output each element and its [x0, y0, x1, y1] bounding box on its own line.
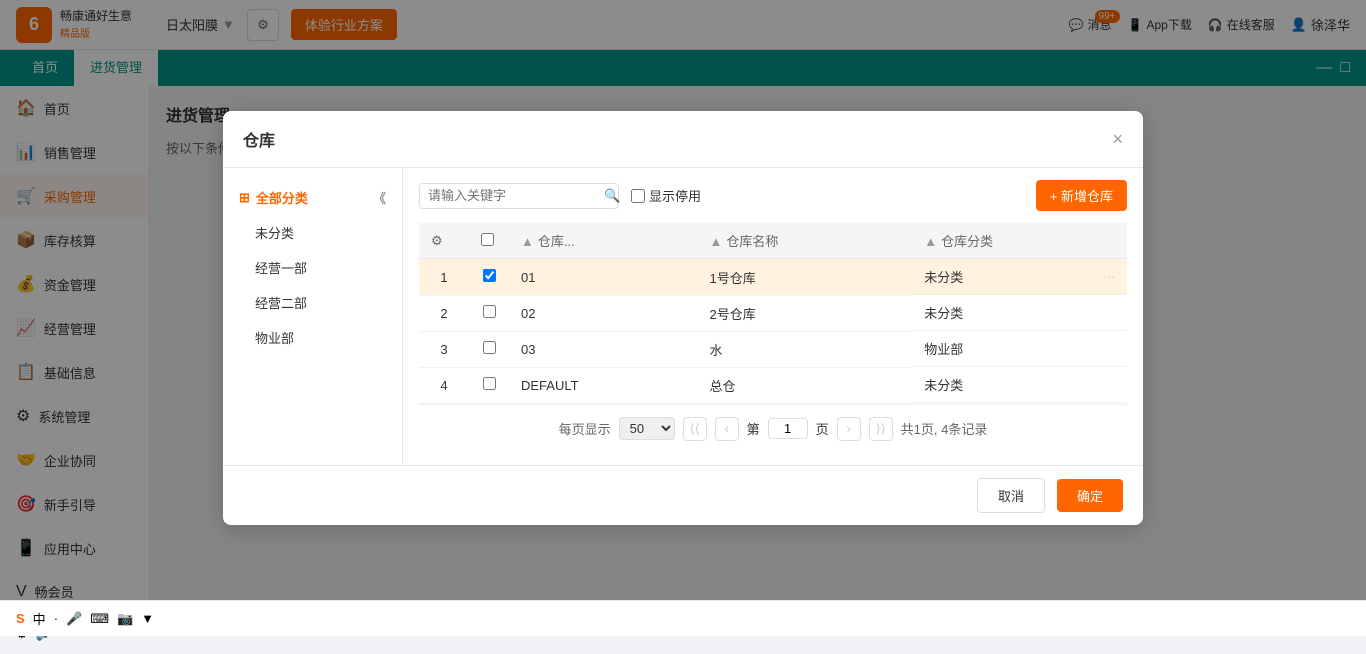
more-icon[interactable]: ▼ [141, 611, 154, 626]
row-code: 02 [509, 295, 698, 331]
page-label: 第 [747, 419, 760, 438]
cancel-button[interactable]: 取消 [977, 478, 1045, 513]
row-checkbox[interactable] [483, 377, 496, 390]
row-checkbox-cell [469, 259, 509, 296]
row-code: 01 [509, 259, 698, 296]
table-row[interactable]: 2 02 2号仓库 未分类 [419, 295, 1127, 331]
row-category: 未分类 ··· [912, 259, 1127, 295]
show-disabled-label: 显示停用 [649, 186, 701, 205]
toolbar: 🔍 显示停用 + 新增仓库 [419, 180, 1127, 211]
category-item-property[interactable]: 物业部 [223, 320, 402, 355]
table-row[interactable]: 4 DEFAULT 总仓 未分类 [419, 367, 1127, 403]
category-item-none[interactable]: 未分类 [223, 215, 402, 250]
table-row[interactable]: 1 01 1号仓库 未分类 ··· [419, 259, 1127, 296]
page-unit: 页 [816, 419, 829, 438]
s-logo: S [16, 611, 25, 626]
th-code: ▲仓库... [509, 223, 698, 259]
th-category: ▲仓库分类 [912, 223, 1127, 259]
show-disabled-checkbox[interactable] [631, 189, 645, 203]
search-icon[interactable]: 🔍 [604, 188, 620, 204]
row-name: 1号仓库 [698, 259, 913, 296]
row-code: 03 [509, 331, 698, 367]
modal-header: 仓库 × [223, 111, 1143, 168]
row-name: 水 [698, 331, 913, 367]
table-row[interactable]: 3 03 水 物业部 [419, 331, 1127, 367]
total-info: 共1页, 4条记录 [901, 419, 988, 438]
grid-icon: ⊞ [239, 190, 250, 206]
th-gear: ⚙ [419, 223, 469, 259]
row-category: 未分类 [912, 367, 1127, 403]
row-checkbox[interactable] [483, 341, 496, 354]
category-panel: ⊞ 全部分类 《 未分类 经营一部 经营二部 物业部 [223, 168, 403, 465]
row-checkbox[interactable] [483, 269, 496, 282]
row-checkbox-cell [469, 331, 509, 367]
table-panel: 🔍 显示停用 + 新增仓库 ⚙ ▲仓库... [403, 168, 1143, 465]
modal-close-button[interactable]: × [1112, 129, 1123, 150]
modal-overlay: 仓库 × ⊞ 全部分类 《 未分类 经营一部 经营二部 物业部 [0, 0, 1366, 636]
camera-icon[interactable]: 📷 [117, 611, 133, 627]
first-page-button[interactable]: ⟨⟨ [683, 417, 707, 441]
prev-page-button[interactable]: ‹ [715, 417, 739, 441]
modal-footer: 取消 确定 [223, 465, 1143, 525]
row-actions-icon[interactable]: ··· [1102, 269, 1115, 284]
row-checkbox[interactable] [483, 305, 496, 318]
warehouse-modal: 仓库 × ⊞ 全部分类 《 未分类 经营一部 经营二部 物业部 [223, 111, 1143, 525]
row-name: 总仓 [698, 367, 913, 403]
row-num: 2 [419, 295, 469, 331]
row-category: 未分类 [912, 295, 1127, 331]
search-input[interactable] [428, 188, 604, 203]
confirm-button[interactable]: 确定 [1057, 479, 1123, 512]
modal-body: ⊞ 全部分类 《 未分类 经营一部 经营二部 物业部 🔍 [223, 168, 1143, 465]
last-page-button[interactable]: ⟩⟩ [869, 417, 893, 441]
category-item-ops1[interactable]: 经营一部 [223, 250, 402, 285]
bottom-bar: S 中 · 🎤 ⌨ 📷 ▼ [0, 600, 1366, 636]
row-checkbox-cell [469, 295, 509, 331]
search-box: 🔍 [419, 183, 619, 209]
modal-title: 仓库 [243, 127, 275, 151]
th-checkbox [469, 223, 509, 259]
row-num: 4 [419, 367, 469, 403]
add-warehouse-button[interactable]: + 新增仓库 [1036, 180, 1127, 211]
keyboard-icon[interactable]: ⌨ [90, 611, 109, 627]
settings-th-icon: ⚙ [431, 233, 443, 248]
warehouse-table: ⚙ ▲仓库... ▲仓库名称 ▲仓库分类 1 01 1号仓库 未分类 ··· [419, 223, 1127, 404]
row-num: 1 [419, 259, 469, 296]
row-category: 物业部 [912, 331, 1127, 367]
row-name: 2号仓库 [698, 295, 913, 331]
per-page-label: 每页显示 [559, 419, 611, 438]
pagination: 每页显示 50 10 20 100 ⟨⟨ ‹ 第 页 › ⟩⟩ 共1页, 4条记… [419, 404, 1127, 453]
page-number-input[interactable] [768, 418, 808, 439]
mic-icon[interactable]: 🎤 [66, 611, 82, 627]
category-item-ops2[interactable]: 经营二部 [223, 285, 402, 320]
select-all-checkbox[interactable] [481, 233, 494, 246]
all-category-label: 全部分类 [256, 188, 308, 207]
row-checkbox-cell [469, 367, 509, 403]
row-code: DEFAULT [509, 367, 698, 403]
dot-icon: · [54, 611, 58, 626]
per-page-select[interactable]: 50 10 20 100 [619, 417, 675, 440]
chinese-input-label: 中 [33, 609, 46, 628]
row-num: 3 [419, 331, 469, 367]
all-category-item[interactable]: ⊞ 全部分类 《 [223, 180, 402, 215]
show-disabled-checkbox-group: 显示停用 [631, 186, 701, 205]
th-name: ▲仓库名称 [698, 223, 913, 259]
collapse-icon: 《 [373, 188, 386, 207]
next-page-button[interactable]: › [837, 417, 861, 441]
